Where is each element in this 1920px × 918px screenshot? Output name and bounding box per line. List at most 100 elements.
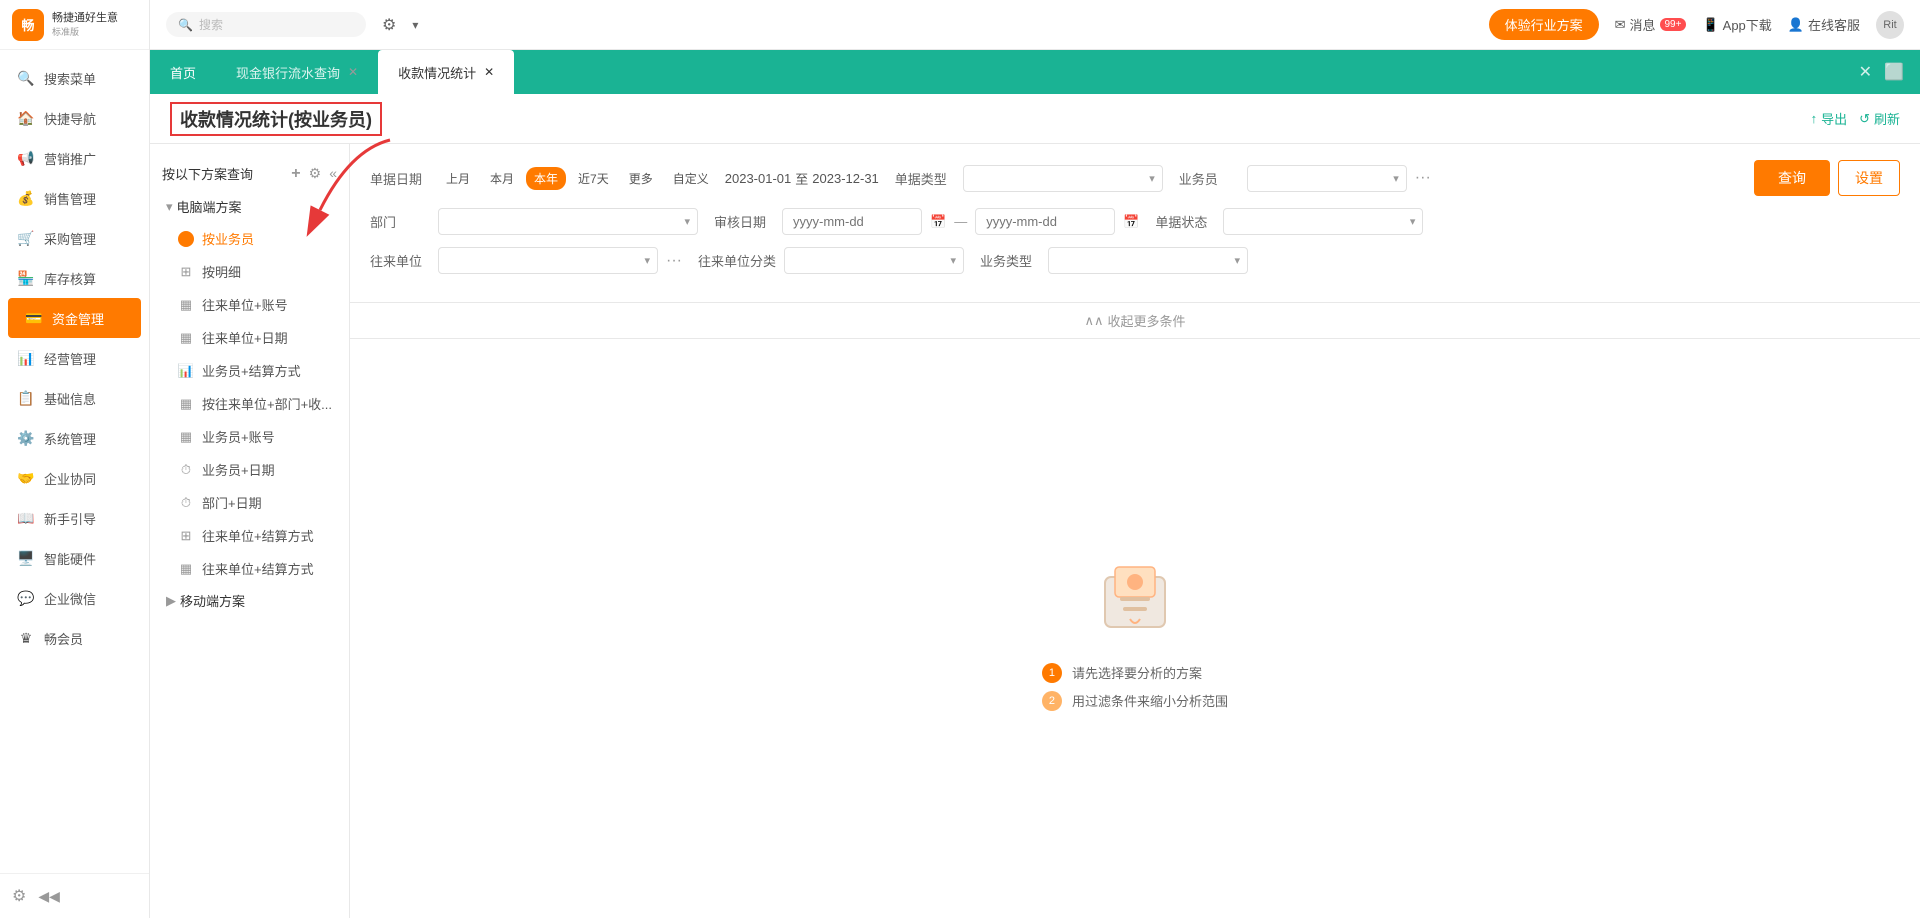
sidebar-item-inventory[interactable]: 🏪 库存核算 (0, 258, 149, 298)
date-tab-more[interactable]: 更多 (621, 167, 661, 190)
date-tab-custom[interactable]: 自定义 (665, 167, 717, 190)
window-close-icon[interactable]: ✕ (1859, 62, 1872, 82)
panel-item-by-detail[interactable]: ⊞ 按明细 (150, 255, 349, 288)
sidebar-item-search[interactable]: 🔍 搜索菜单 (0, 58, 149, 98)
panel-item-partner-account[interactable]: ▦ 往来单位+账号 (150, 288, 349, 321)
panel-item-by-salesperson[interactable]: 按业务员 (150, 222, 349, 255)
section-desktop-title[interactable]: ▾ 电脑端方案 (150, 191, 349, 222)
doc-type-label: 单据类型 (895, 169, 955, 188)
panel-item-partner-settlement2[interactable]: ▦ 往来单位+结算方式 (150, 552, 349, 585)
sidebar: 畅 畅捷通好生意 标准版 🔍 搜索菜单 🏠 快捷导航 📢 营销推广 💰 销售管理… (0, 0, 150, 918)
review-date-to[interactable] (975, 208, 1115, 235)
empty-illustration (1085, 547, 1185, 647)
business-type-select-wrap (1048, 247, 1248, 274)
partner-filter-item: 往来单位 ··· (370, 247, 682, 274)
sidebar-item-wechat[interactable]: 💬 企业微信 (0, 578, 149, 618)
sidebar-item-operations[interactable]: 📊 经营管理 (0, 338, 149, 378)
date-tab-this-year[interactable]: 本年 (526, 167, 566, 190)
salesperson-select[interactable] (1247, 165, 1407, 192)
sidebar-item-marketing[interactable]: 📢 营销推广 (0, 138, 149, 178)
review-date-calendar-icon[interactable]: 📅 (930, 214, 946, 230)
app-download-btn[interactable]: 📱 App下载 (1702, 15, 1771, 34)
panel-collapse-icon[interactable]: « (329, 165, 337, 183)
review-date-from[interactable] (782, 208, 922, 235)
sidebar-collapse-icon[interactable]: ◀◀ (38, 888, 60, 905)
panel-item-salesperson-account[interactable]: ▦ 业务员+账号 (150, 420, 349, 453)
right-panel: 单据日期 上月 本月 本年 近7天 更多 自定义 2023-01-01 至 (350, 144, 1920, 918)
try-industry-btn[interactable]: 体验行业方案 (1489, 9, 1599, 40)
export-icon: ↑ (1811, 111, 1818, 126)
partner-more-icon[interactable]: ··· (666, 252, 682, 270)
step-num-1: 1 (1042, 663, 1062, 683)
sidebar-item-purchase[interactable]: 🛒 采购管理 (0, 218, 149, 258)
online-service-btn[interactable]: 👤 在线客服 (1788, 15, 1860, 34)
doc-type-select-wrap (963, 165, 1163, 192)
table-icon: ▦ (178, 297, 194, 313)
main-area: 🔍 搜索 ⚙ ▾ 体验行业方案 ✉ 消息 99+ 📱 App下载 👤 在线客服 … (150, 0, 1920, 918)
dept-label: 部门 (370, 212, 430, 231)
salesperson-filter-item: 业务员 ··· (1179, 165, 1431, 192)
panel-item-partner-settlement1[interactable]: ⊞ 往来单位+结算方式 (150, 519, 349, 552)
query-button[interactable]: 查询 (1754, 160, 1830, 196)
doc-type-select[interactable] (963, 165, 1163, 192)
sidebar-item-guide[interactable]: 📖 新手引导 (0, 498, 149, 538)
table3-icon: ▦ (178, 396, 194, 412)
sidebar-settings-icon[interactable]: ⚙ (12, 886, 26, 906)
panel-item-salesperson-date[interactable]: ⏱ 业务员+日期 (150, 453, 349, 486)
business-type-select[interactable] (1048, 247, 1248, 274)
partner-category-select[interactable] (784, 247, 964, 274)
panel-settings-icon[interactable]: ⚙ (309, 165, 322, 183)
review-date-calendar-icon2[interactable]: 📅 (1123, 214, 1139, 230)
dept-select[interactable] (438, 208, 698, 235)
topbar-dropdown-icon[interactable]: ▾ (412, 18, 418, 32)
review-date-label: 审核日期 (714, 212, 774, 231)
collapse-more-bar[interactable]: ∧∧ 收起更多条件 (350, 303, 1920, 339)
table2-icon: ▦ (178, 330, 194, 346)
sidebar-item-enterprise[interactable]: 🤝 企业协同 (0, 458, 149, 498)
window-maximize-icon[interactable]: ⬜ (1884, 62, 1904, 82)
guide-icon: 📖 (16, 508, 36, 528)
page-actions: ↑ 导出 ↺ 刷新 (1811, 109, 1900, 128)
tab-close-collection-stat[interactable]: ✕ (484, 65, 494, 79)
tab-collection-stat[interactable]: 收款情况统计 ✕ (378, 50, 514, 94)
sidebar-item-hardware[interactable]: 🖥️ 智能硬件 (0, 538, 149, 578)
purchase-icon: 🛒 (16, 228, 36, 248)
set-button[interactable]: 设置 (1838, 160, 1900, 196)
panel-item-salesperson-settlement[interactable]: 📊 业务员+结算方式 (150, 354, 349, 387)
download-icon: 📱 (1702, 17, 1718, 33)
salesperson-more-icon[interactable]: ··· (1415, 169, 1431, 187)
app-logo-text: 畅捷通好生意 标准版 (52, 11, 118, 38)
filter-area: 单据日期 上月 本月 本年 近7天 更多 自定义 2023-01-01 至 (350, 144, 1920, 303)
refresh-btn[interactable]: ↺ 刷新 (1859, 109, 1900, 128)
sidebar-item-quick-nav[interactable]: 🏠 快捷导航 (0, 98, 149, 138)
panel-item-partner-dept-collect[interactable]: ▦ 按往来单位+部门+收... (150, 387, 349, 420)
date-tab-last-month[interactable]: 上月 (438, 167, 478, 190)
panel-item-partner-date[interactable]: ▦ 往来单位+日期 (150, 321, 349, 354)
panel-add-icon[interactable]: + (291, 165, 300, 183)
sidebar-item-sales[interactable]: 💰 销售管理 (0, 178, 149, 218)
sidebar-item-basic-info[interactable]: 📋 基础信息 (0, 378, 149, 418)
user-avatar[interactable]: Rit (1876, 11, 1904, 39)
doc-status-label: 单据状态 (1155, 212, 1215, 231)
panel-header-icons: + ⚙ « (291, 165, 337, 183)
topbar-settings[interactable]: ⚙ (382, 15, 396, 35)
service-icon: 👤 (1788, 17, 1804, 33)
doc-status-select[interactable] (1223, 208, 1423, 235)
export-btn[interactable]: ↑ 导出 (1811, 109, 1848, 128)
sidebar-item-system[interactable]: ⚙️ 系统管理 (0, 418, 149, 458)
sidebar-item-finance[interactable]: 💳 资金管理 (8, 298, 141, 338)
tab-home[interactable]: 首页 (150, 50, 216, 94)
date-tab-this-month[interactable]: 本月 (482, 167, 522, 190)
panel-item-dept-date[interactable]: ⏱ 部门+日期 (150, 486, 349, 519)
partner-select[interactable] (438, 247, 658, 274)
topbar-search-box[interactable]: 🔍 搜索 (166, 12, 366, 37)
home-icon: 🏠 (16, 108, 36, 128)
section-mobile-title[interactable]: ▶ 移动端方案 (150, 585, 349, 616)
inventory-icon: 🏪 (16, 268, 36, 288)
message-btn[interactable]: ✉ 消息 99+ (1615, 15, 1687, 34)
sidebar-item-vip[interactable]: ♛ 畅会员 (0, 618, 149, 658)
tab-bank-flow[interactable]: 现金银行流水查询 ✕ (216, 50, 378, 94)
date-tab-7days[interactable]: 近7天 (570, 167, 617, 190)
basic-info-icon: 📋 (16, 388, 36, 408)
tab-close-bank-flow[interactable]: ✕ (348, 65, 358, 79)
